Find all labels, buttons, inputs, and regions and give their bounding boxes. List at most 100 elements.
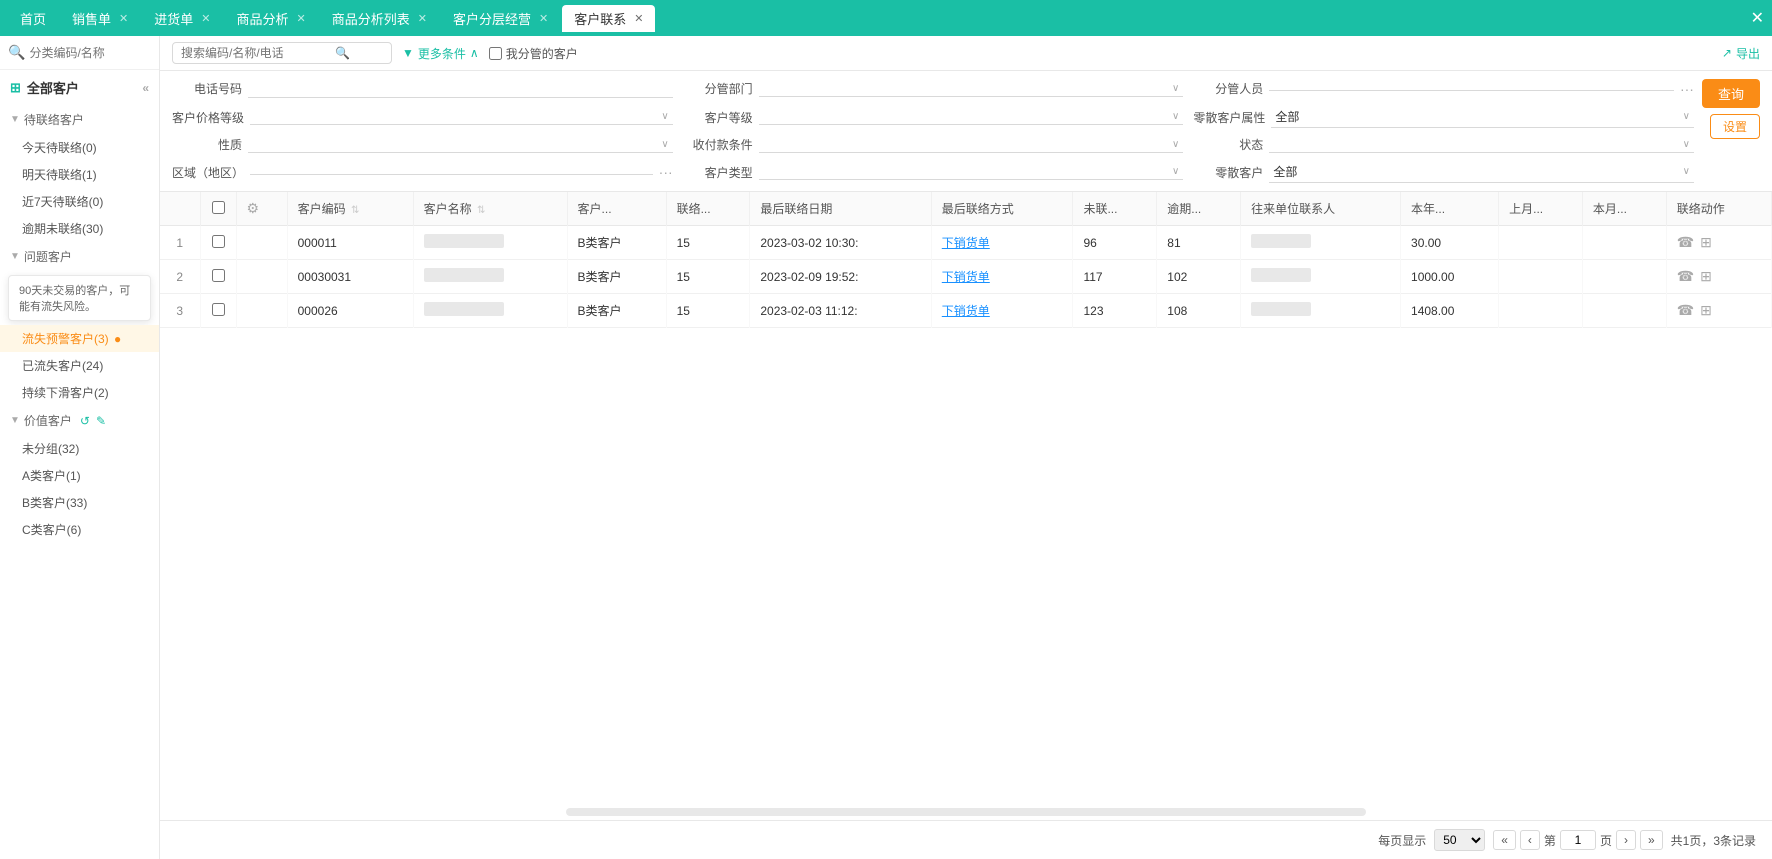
select-arrow-payment: ∨	[1172, 139, 1179, 150]
filter-field-customer-type: 客户类型 ∨	[683, 164, 1184, 181]
nav-home[interactable]: 首页	[8, 5, 58, 32]
row-3-contact-icon[interactable]: ☎	[1677, 302, 1694, 319]
row-2-contact: 15	[666, 260, 750, 294]
col-header-contact-action: 联络动作	[1666, 192, 1771, 226]
close-tab-customer-contact[interactable]: ✕	[634, 12, 643, 25]
filter-status-select[interactable]: ∨	[1269, 137, 1694, 153]
filter-search-wrap: 🔍	[172, 42, 392, 64]
close-tab-customer-tier[interactable]: ✕	[539, 12, 548, 25]
filter-gender-select[interactable]: ∨	[248, 137, 673, 153]
page-input[interactable]	[1560, 830, 1596, 850]
row-3-more-icon[interactable]: ⊞	[1700, 302, 1712, 319]
edit-icon-value[interactable]: ✎	[96, 414, 106, 428]
sidebar: 🔍 ⊞ 全部客户 « ▼ 待联络客户 今天待联络(0) 明天待联络(1) 近7天…	[0, 36, 160, 859]
nav-tab-customer-contact[interactable]: 客户联系 ✕	[562, 5, 655, 32]
sidebar-collapse-btn[interactable]: «	[142, 81, 149, 95]
filter-zero-retail-attr-select[interactable]: 全部 ∨	[1271, 106, 1694, 128]
select-arrow-customer-level: ∨	[1172, 111, 1179, 122]
sidebar-item-today-pending[interactable]: 今天待联络(0)	[0, 134, 159, 161]
window-close-button[interactable]: ✕	[1751, 8, 1764, 28]
row-3-last-date: 2023-02-03 11:12:	[750, 294, 931, 328]
filter-search-input[interactable]	[181, 46, 331, 60]
filter-more-conditions-btn[interactable]: ▼ 更多条件 ∧	[402, 45, 479, 62]
row-2-this-month	[1582, 260, 1666, 294]
sidebar-item-churn-warning[interactable]: 流失预警客户(3) ●	[0, 325, 159, 352]
filter-customer-level-select[interactable]: ∨	[759, 109, 1184, 125]
select-all-checkbox[interactable]	[212, 201, 225, 214]
sidebar-item-7days-pending[interactable]: 近7天待联络(0)	[0, 188, 159, 215]
row-1-last-method[interactable]: 下销货单	[931, 226, 1073, 260]
sidebar-search-input[interactable]	[29, 46, 160, 60]
row-3-code: 000026	[287, 294, 413, 328]
filter-payment-select[interactable]: ∨	[759, 137, 1184, 153]
query-button[interactable]: 查询	[1702, 79, 1760, 108]
pagination-nav: « ‹ 第 页 › »	[1493, 830, 1662, 850]
row-1-contact-icon[interactable]: ☎	[1677, 234, 1694, 251]
prev-page-btn[interactable]: ‹	[1520, 830, 1540, 850]
horizontal-scrollbar[interactable]	[566, 808, 1366, 816]
next-page-btn[interactable]: ›	[1616, 830, 1636, 850]
filter-zero-retail-select[interactable]: 全部 ∨	[1269, 161, 1694, 183]
row-2-last-method[interactable]: 下销货单	[931, 260, 1073, 294]
refresh-icon-value[interactable]: ↺	[80, 414, 90, 428]
row-1-method-link[interactable]: 下销货单	[942, 236, 990, 250]
row-2-spacer	[236, 260, 287, 294]
filter-dots-region[interactable]: ···	[659, 164, 673, 180]
nav-tab-analysis[interactable]: 商品分析 ✕	[224, 5, 317, 32]
nav-tab-customer-tier[interactable]: 客户分层经营 ✕	[441, 5, 560, 32]
nav-tab-purchase[interactable]: 进货单 ✕	[142, 5, 222, 32]
row-1-name	[413, 226, 567, 260]
sidebar-item-class-a[interactable]: A类客户(1)	[0, 462, 159, 489]
first-page-btn[interactable]: «	[1493, 830, 1516, 850]
filter-dept-select[interactable]: ∨	[759, 81, 1184, 97]
row-1-select[interactable]	[212, 235, 225, 248]
close-tab-purchase[interactable]: ✕	[201, 12, 210, 25]
sidebar-group-problem[interactable]: ▼ 问题客户	[0, 242, 159, 271]
sidebar-item-ungrouped[interactable]: 未分组(32)	[0, 435, 159, 462]
row-2-index: 2	[160, 260, 200, 294]
settings-button[interactable]: 设置	[1710, 114, 1760, 139]
per-page-label: 每页显示	[1378, 832, 1426, 849]
close-tab-analysis-list[interactable]: ✕	[418, 12, 427, 25]
filter-region-select[interactable]	[250, 170, 653, 175]
col-header-customer-name[interactable]: 客户名称 ⇅	[413, 192, 567, 226]
filter-phone-input[interactable]	[248, 79, 673, 98]
table-settings-icon[interactable]: ⚙	[247, 200, 260, 216]
my-customer-checkbox[interactable]	[489, 47, 502, 60]
sidebar-item-tomorrow-pending[interactable]: 明天待联络(1)	[0, 161, 159, 188]
sidebar-item-class-c[interactable]: C类客户(6)	[0, 516, 159, 543]
per-page-select[interactable]: 50 100 200	[1434, 829, 1485, 851]
sidebar-group-value[interactable]: ▼ 价值客户 ↺ ✎	[0, 406, 159, 435]
row-3-last-month	[1499, 294, 1583, 328]
filter-price-select[interactable]: ∨	[250, 109, 673, 125]
nav-tab-analysis-list[interactable]: 商品分析列表 ✕	[320, 5, 439, 32]
last-page-btn[interactable]: »	[1640, 830, 1663, 850]
sidebar-item-overdue-pending[interactable]: 逾期未联络(30)	[0, 215, 159, 242]
filter-icon: ▼	[402, 46, 414, 60]
row-2-type: B类客户	[567, 260, 666, 294]
row-1-contact: 15	[666, 226, 750, 260]
sidebar-item-declining[interactable]: 持续下滑客户(2)	[0, 379, 159, 406]
sidebar-search-area: 🔍	[0, 36, 159, 70]
row-1-more-icon[interactable]: ⊞	[1700, 234, 1712, 251]
sidebar-item-churned[interactable]: 已流失客户(24)	[0, 352, 159, 379]
filter-dots-staff[interactable]: ···	[1680, 81, 1694, 97]
row-3-last-method[interactable]: 下销货单	[931, 294, 1073, 328]
export-btn[interactable]: ↗ 导出	[1722, 45, 1760, 62]
filter-staff-select[interactable]	[1269, 86, 1674, 91]
close-tab-sales[interactable]: ✕	[119, 12, 128, 25]
sidebar-group-pending[interactable]: ▼ 待联络客户	[0, 105, 159, 134]
filter-row-1: 电话号码 分管部门 ∨ 分管人员 ···	[172, 79, 1694, 98]
row-2-more-icon[interactable]: ⊞	[1700, 268, 1712, 285]
row-3-select[interactable]	[212, 303, 225, 316]
row-1-index: 1	[160, 226, 200, 260]
filter-customer-type-select[interactable]: ∨	[759, 164, 1184, 180]
nav-tab-sales[interactable]: 销售单 ✕	[60, 5, 140, 32]
sidebar-item-class-b[interactable]: B类客户(33)	[0, 489, 159, 516]
col-header-customer-code[interactable]: 客户编码 ⇅	[287, 192, 413, 226]
close-tab-analysis[interactable]: ✕	[297, 12, 306, 25]
row-2-select[interactable]	[212, 269, 225, 282]
row-2-contact-icon[interactable]: ☎	[1677, 268, 1694, 285]
row-2-method-link[interactable]: 下销货单	[942, 270, 990, 284]
row-3-method-link[interactable]: 下销货单	[942, 304, 990, 318]
